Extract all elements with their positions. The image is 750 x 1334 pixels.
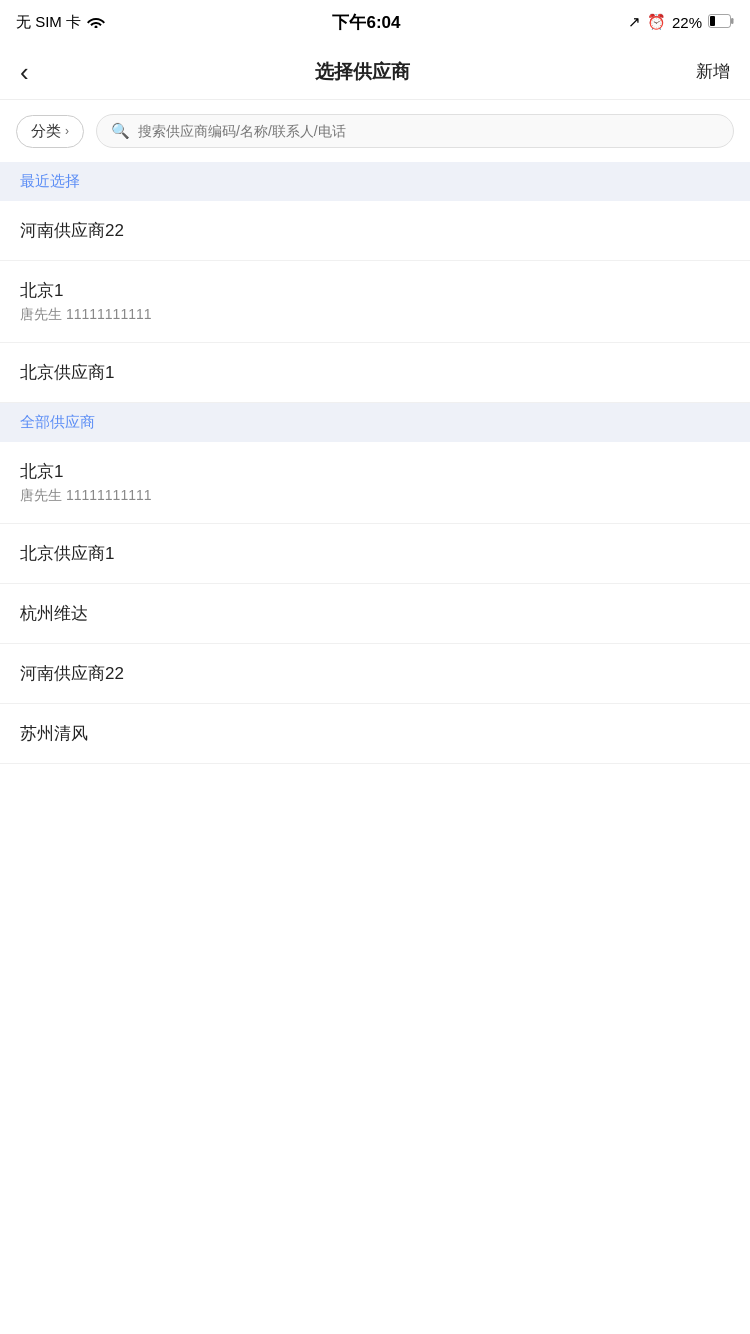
nav-bar: ‹ 选择供应商 新增 (0, 44, 750, 100)
item-sub: 唐先生 11111111111 (20, 487, 730, 505)
section-header-label: 最近选择 (20, 172, 80, 189)
category-label: 分类 (31, 122, 61, 141)
svg-rect-1 (710, 16, 715, 26)
status-time: 下午6:04 (332, 11, 400, 34)
battery-icon (708, 14, 734, 31)
no-sim-label: 无 SIM 卡 (16, 13, 81, 32)
back-button[interactable]: ‹ (20, 59, 29, 85)
section-header-label: 全部供应商 (20, 413, 95, 430)
status-right: ↗ ⏰ 22% (628, 13, 734, 31)
add-new-button[interactable]: 新增 (696, 60, 730, 83)
chevron-down-icon: › (65, 124, 69, 138)
supplier-list: 最近选择河南供应商22 北京1 唐先生 11111111111 北京供应商1 全部供应商… (0, 162, 750, 764)
svg-rect-2 (731, 18, 734, 24)
list-item[interactable]: 苏州清风 (0, 704, 750, 764)
item-name: 苏州清风 (20, 722, 730, 745)
battery-label: 22% (672, 14, 702, 31)
category-filter-button[interactable]: 分类 › (16, 115, 84, 148)
item-name: 河南供应商22 (20, 219, 730, 242)
section-header-all: 全部供应商 (0, 403, 750, 442)
search-box[interactable]: 🔍 (96, 114, 734, 148)
list-item[interactable]: 河南供应商22 (0, 644, 750, 704)
list-item[interactable]: 北京供应商1 (0, 524, 750, 584)
status-bar: 无 SIM 卡 下午6:04 ↗ ⏰ 22% (0, 0, 750, 44)
status-left: 无 SIM 卡 (16, 13, 105, 32)
page-title: 选择供应商 (315, 59, 410, 85)
item-name: 北京1 (20, 279, 730, 302)
search-icon: 🔍 (111, 122, 130, 140)
alarm-icon: ⏰ (647, 13, 666, 31)
list-item[interactable]: 北京1 唐先生 11111111111 (0, 261, 750, 343)
list-item[interactable]: 北京供应商1 (0, 343, 750, 403)
location-icon: ↗ (628, 13, 641, 31)
item-sub: 唐先生 11111111111 (20, 306, 730, 324)
list-item[interactable]: 杭州维达 (0, 584, 750, 644)
list-item[interactable]: 河南供应商22 (0, 201, 750, 261)
item-name: 杭州维达 (20, 602, 730, 625)
item-name: 河南供应商22 (20, 662, 730, 685)
item-name: 北京1 (20, 460, 730, 483)
item-name: 北京供应商1 (20, 361, 730, 384)
section-header-recent: 最近选择 (0, 162, 750, 201)
list-item[interactable]: 北京1 唐先生 11111111111 (0, 442, 750, 524)
filter-bar: 分类 › 🔍 (0, 100, 750, 162)
wifi-icon (87, 14, 105, 31)
item-name: 北京供应商1 (20, 542, 730, 565)
search-input[interactable] (138, 123, 719, 139)
